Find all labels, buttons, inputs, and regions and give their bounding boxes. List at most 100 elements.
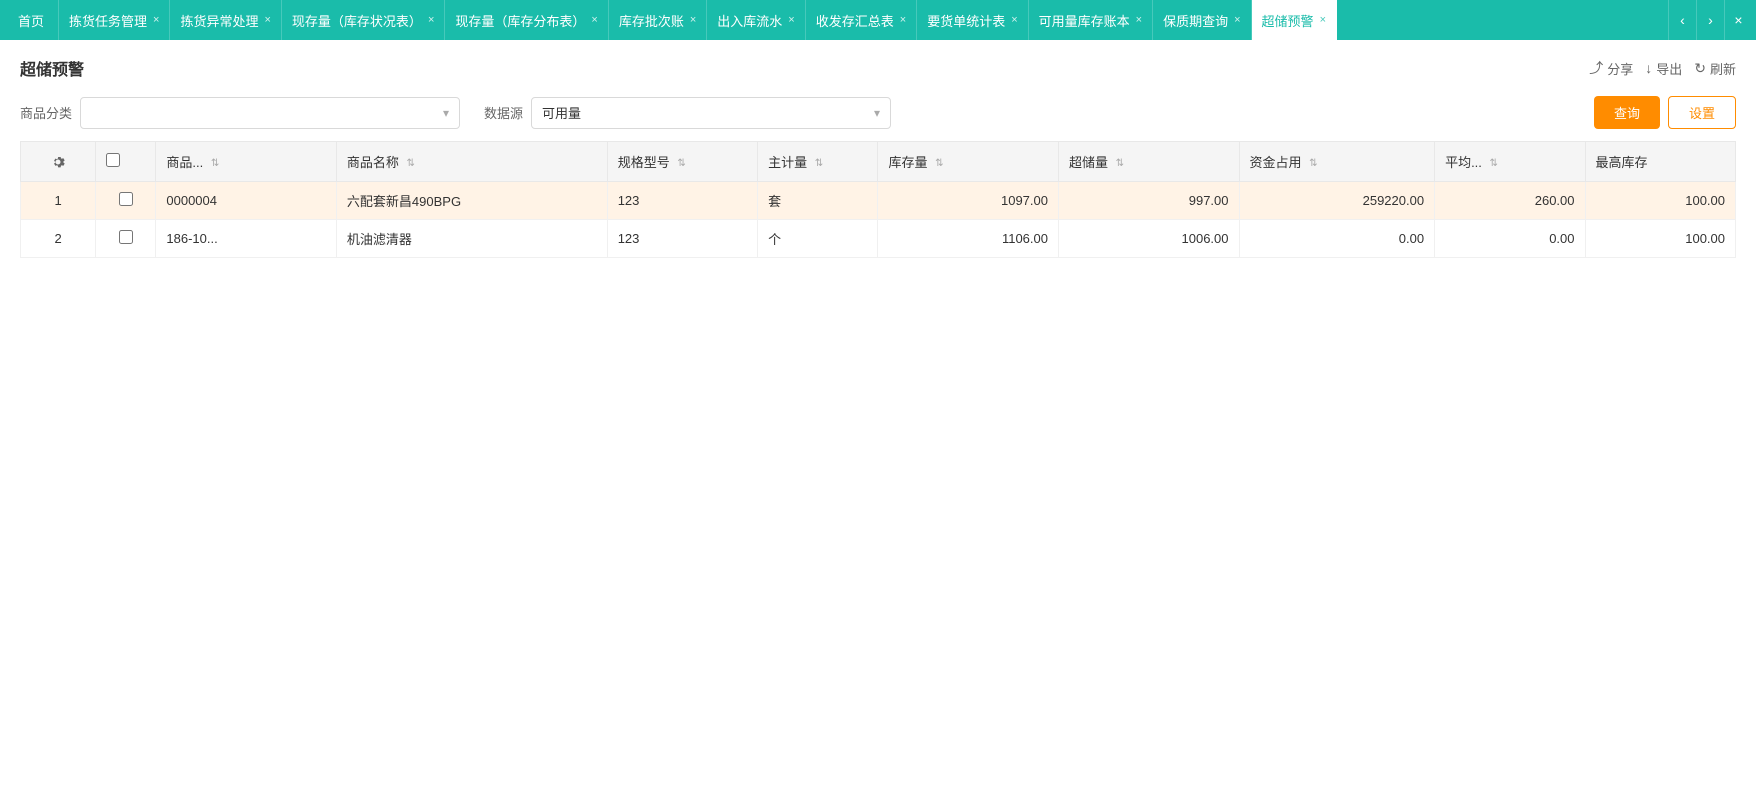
row-num-0: 1 bbox=[21, 182, 96, 220]
refresh-button[interactable]: ↻ 刷新 bbox=[1694, 59, 1736, 78]
nav-tab-expiry[interactable]: 保质期查询 × bbox=[1153, 0, 1251, 40]
col-header-checkbox bbox=[96, 142, 156, 182]
col-header-maxstock: 最高库存 bbox=[1585, 142, 1736, 182]
close-recv-send[interactable]: × bbox=[900, 14, 906, 26]
row-num-1: 2 bbox=[21, 220, 96, 258]
row-spec-0: 123 bbox=[607, 182, 757, 220]
close-requisition[interactable]: × bbox=[1011, 14, 1017, 26]
sort-spec-icon[interactable]: ⇅ bbox=[677, 158, 685, 169]
close-inout-flow[interactable]: × bbox=[788, 14, 794, 26]
row-over-1: 1006.00 bbox=[1058, 220, 1239, 258]
nav-tab-stock-status[interactable]: 现存量（库存状况表） × bbox=[282, 0, 445, 40]
row-avg-1: 0.00 bbox=[1435, 220, 1585, 258]
nav-arrow-left[interactable]: ‹ bbox=[1668, 0, 1696, 40]
col-header-capital: 资金占用 ⇅ bbox=[1239, 142, 1435, 182]
gear-icon[interactable] bbox=[50, 154, 66, 170]
share-button[interactable]: ⤴ 分享 bbox=[1589, 58, 1633, 78]
filter-row: 商品分类 ▾ 数据源 可用量 ▾ 查询 设置 bbox=[20, 96, 1736, 129]
category-dropdown-arrow: ▾ bbox=[443, 106, 449, 120]
nav-tab-avail-ledger[interactable]: 可用量库存账本 × bbox=[1029, 0, 1153, 40]
nav-tab-inout-flow[interactable]: 出入库流水 × bbox=[707, 0, 805, 40]
row-sku-0: 0000004 bbox=[156, 182, 337, 220]
nav-tab-overstock[interactable]: 超储预警 × bbox=[1252, 0, 1337, 40]
row-check-0 bbox=[96, 182, 156, 220]
row-unit-1: 个 bbox=[758, 220, 878, 258]
row-check-1 bbox=[96, 220, 156, 258]
row-stock-0: 1097.00 bbox=[878, 182, 1059, 220]
row-maxstock-0: 100.00 bbox=[1585, 182, 1736, 220]
row-checkbox-1[interactable] bbox=[119, 230, 133, 244]
close-expiry[interactable]: × bbox=[1234, 14, 1240, 26]
nav-tab-batch[interactable]: 库存批次账 × bbox=[609, 0, 707, 40]
export-icon: ↓ bbox=[1645, 60, 1652, 76]
col-header-unit: 主计量 ⇅ bbox=[758, 142, 878, 182]
col-header-gear bbox=[21, 142, 96, 182]
sort-sku-icon[interactable]: ⇅ bbox=[211, 158, 219, 169]
table-row: 1 0000004 六配套新昌490BPG 123 套 1097.00 997.… bbox=[21, 182, 1736, 220]
nav-tab-abnormal[interactable]: 拣货异常处理 × bbox=[170, 0, 281, 40]
row-checkbox-0[interactable] bbox=[119, 192, 133, 206]
close-stock-status[interactable]: × bbox=[428, 14, 434, 26]
col-header-stock: 库存量 ⇅ bbox=[878, 142, 1059, 182]
nav-arrow-close-tab[interactable]: × bbox=[1724, 0, 1752, 40]
row-spec-1: 123 bbox=[607, 220, 757, 258]
share-icon: ⤴ bbox=[1589, 58, 1603, 78]
page-title-row: 超储预警 ⤴ 分享 ↓ 导出 ↻ 刷新 bbox=[20, 56, 1736, 80]
row-stock-1: 1106.00 bbox=[878, 220, 1059, 258]
row-capital-1: 0.00 bbox=[1239, 220, 1435, 258]
category-filter-group: 商品分类 ▾ bbox=[20, 97, 460, 129]
nav-arrow-right[interactable]: › bbox=[1696, 0, 1724, 40]
action-buttons: 查询 设置 bbox=[1594, 96, 1736, 129]
page-title: 超储预警 bbox=[20, 56, 84, 80]
title-actions: ⤴ 分享 ↓ 导出 ↻ 刷新 bbox=[1589, 58, 1736, 78]
close-overstock[interactable]: × bbox=[1320, 14, 1326, 26]
category-select[interactable]: ▾ bbox=[80, 97, 460, 129]
refresh-icon: ↻ bbox=[1694, 60, 1706, 77]
row-over-0: 997.00 bbox=[1058, 182, 1239, 220]
nav-tab-home[interactable]: 首页 bbox=[4, 0, 59, 40]
col-header-over: 超储量 ⇅ bbox=[1058, 142, 1239, 182]
row-sku-1: 186-10... bbox=[156, 220, 337, 258]
row-avg-0: 260.00 bbox=[1435, 182, 1585, 220]
datasource-dropdown-arrow: ▾ bbox=[874, 106, 880, 120]
select-all-checkbox[interactable] bbox=[106, 153, 120, 167]
sort-over-icon[interactable]: ⇅ bbox=[1116, 158, 1124, 169]
row-name-1: 机油滤清器 bbox=[336, 220, 607, 258]
datasource-select-value: 可用量 bbox=[542, 103, 581, 122]
col-header-avg: 平均... ⇅ bbox=[1435, 142, 1585, 182]
table-header-row: 商品... ⇅ 商品名称 ⇅ 规格型号 ⇅ 主计量 ⇅ 库存量 ⇅ bbox=[21, 142, 1736, 182]
close-stock-dist[interactable]: × bbox=[591, 14, 597, 26]
row-capital-0: 259220.00 bbox=[1239, 182, 1435, 220]
close-avail-ledger[interactable]: × bbox=[1136, 14, 1142, 26]
col-header-sku: 商品... ⇅ bbox=[156, 142, 337, 182]
export-button[interactable]: ↓ 导出 bbox=[1645, 59, 1682, 78]
data-table: 商品... ⇅ 商品名称 ⇅ 规格型号 ⇅ 主计量 ⇅ 库存量 ⇅ bbox=[20, 141, 1736, 258]
page-content: 超储预警 ⤴ 分享 ↓ 导出 ↻ 刷新 商品分类 ▾ 数据源 bbox=[0, 40, 1756, 274]
col-header-name: 商品名称 ⇅ bbox=[336, 142, 607, 182]
settings-button[interactable]: 设置 bbox=[1668, 96, 1736, 129]
close-abnormal[interactable]: × bbox=[264, 14, 270, 26]
query-button[interactable]: 查询 bbox=[1594, 96, 1660, 129]
row-maxstock-1: 100.00 bbox=[1585, 220, 1736, 258]
row-unit-0: 套 bbox=[758, 182, 878, 220]
sort-avg-icon[interactable]: ⇅ bbox=[1490, 158, 1498, 169]
nav-tab-stock-dist[interactable]: 现存量（库存分布表） × bbox=[445, 0, 608, 40]
col-header-spec: 规格型号 ⇅ bbox=[607, 142, 757, 182]
category-label: 商品分类 bbox=[20, 103, 72, 122]
close-task-mgmt[interactable]: × bbox=[153, 14, 159, 26]
table-row: 2 186-10... 机油滤清器 123 个 1106.00 1006.00 … bbox=[21, 220, 1736, 258]
sort-stock-icon[interactable]: ⇅ bbox=[935, 158, 943, 169]
sort-name-icon[interactable]: ⇅ bbox=[407, 158, 415, 169]
datasource-filter-group: 数据源 可用量 ▾ bbox=[484, 97, 891, 129]
top-nav: 首页 拣货任务管理 × 拣货异常处理 × 现存量（库存状况表） × 现存量（库存… bbox=[0, 0, 1756, 40]
nav-tab-task-mgmt[interactable]: 拣货任务管理 × bbox=[59, 0, 170, 40]
datasource-label: 数据源 bbox=[484, 103, 523, 122]
datasource-select[interactable]: 可用量 ▾ bbox=[531, 97, 891, 129]
close-batch[interactable]: × bbox=[690, 14, 696, 26]
sort-capital-icon[interactable]: ⇅ bbox=[1309, 158, 1317, 169]
row-name-0: 六配套新昌490BPG bbox=[336, 182, 607, 220]
nav-tab-recv-send[interactable]: 收发存汇总表 × bbox=[806, 0, 917, 40]
sort-unit-icon[interactable]: ⇅ bbox=[815, 158, 823, 169]
nav-arrows: ‹ › × bbox=[1668, 0, 1752, 40]
nav-tab-requisition[interactable]: 要货单统计表 × bbox=[917, 0, 1028, 40]
